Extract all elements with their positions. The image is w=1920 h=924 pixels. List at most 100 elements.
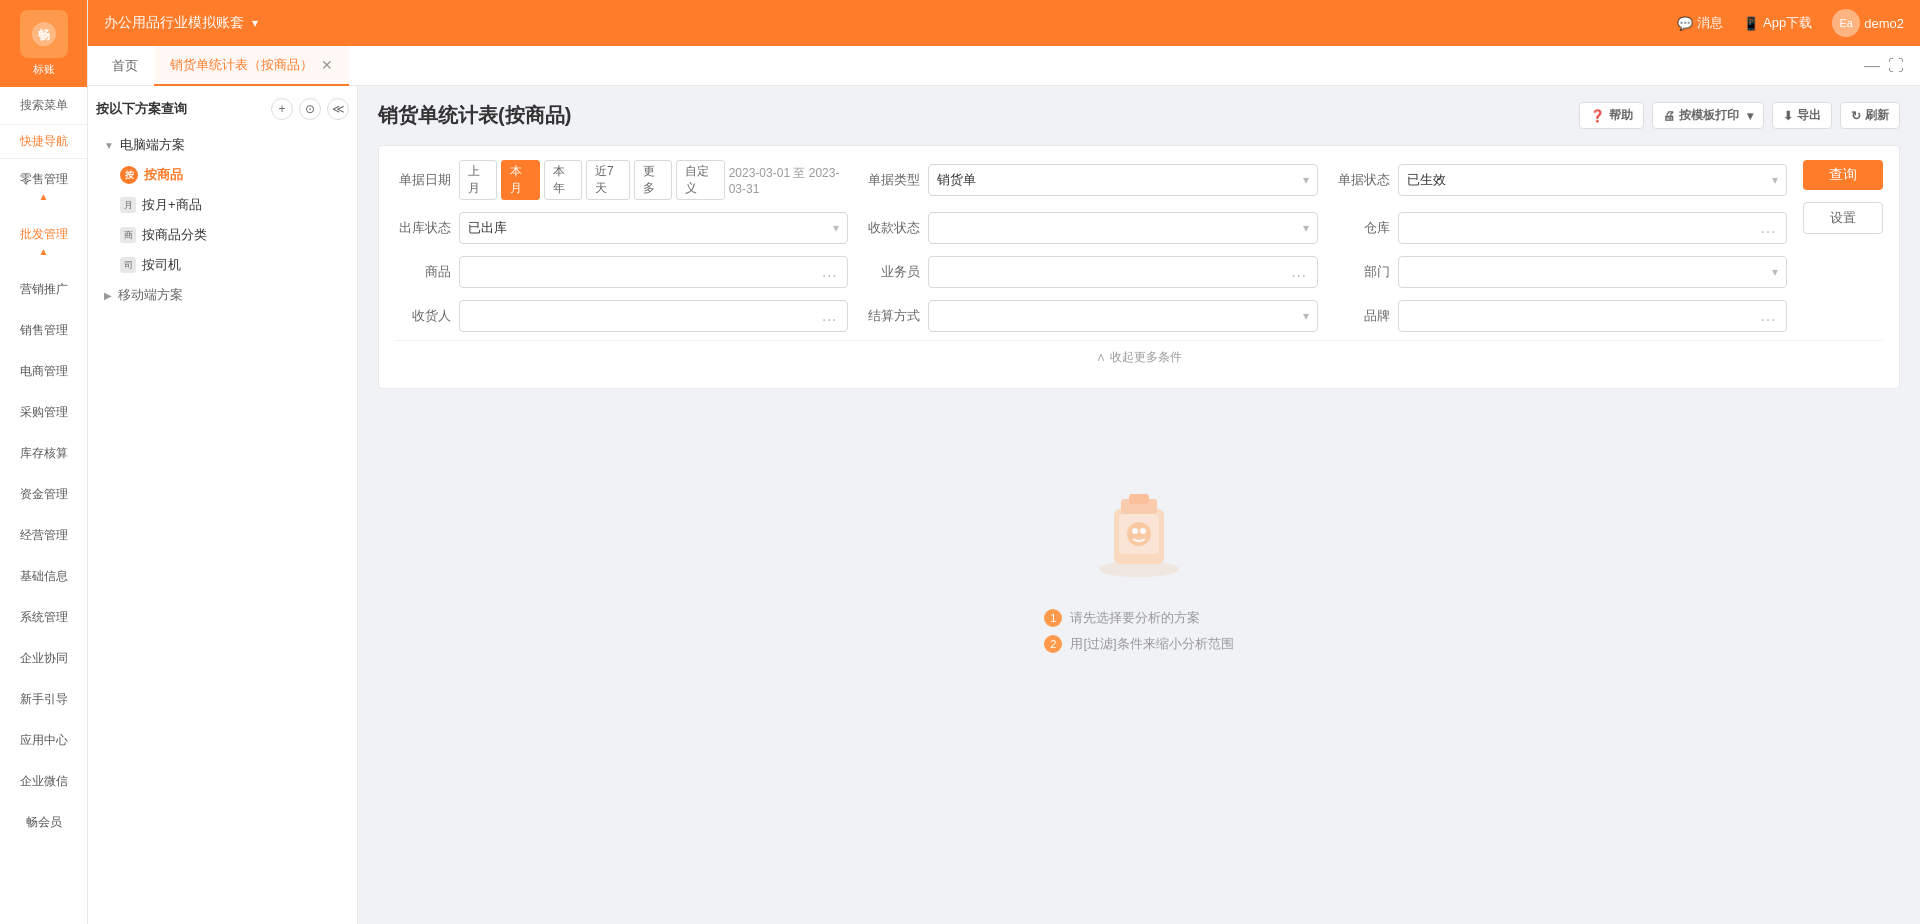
salesman-input[interactable]: … — [928, 256, 1317, 288]
sidebar-item-1[interactable]: 批发管理▲ — [16, 214, 72, 269]
sidebar-item-7[interactable]: 资金管理 — [16, 474, 72, 515]
message-icon: 💬 — [1677, 16, 1693, 31]
sidebar-item-0[interactable]: 零售管理▲ — [16, 159, 72, 214]
brand-label: 品牌 — [1334, 307, 1390, 325]
collapse-filter-button[interactable]: ∧ 收起更多条件 — [395, 340, 1883, 374]
filter-dept-item: 部门 ▾ — [1334, 256, 1787, 288]
settlement-chevron-icon: ▾ — [1303, 309, 1309, 323]
edit-scheme-button[interactable]: ⊙ — [299, 98, 321, 120]
sidebar-item-10[interactable]: 系统管理 — [16, 597, 72, 638]
doc-type-chevron-icon: ▾ — [1303, 173, 1309, 187]
sidebar-item-14[interactable]: 企业微信 — [16, 761, 72, 802]
doc-type-select[interactable]: 销货单 ▾ — [928, 164, 1317, 196]
export-label: 导出 — [1797, 107, 1821, 124]
filter-area: 单据日期 上月 本月 本年 近7天 更多 自定义 2023-03-01 至 20… — [378, 145, 1900, 389]
header-dropdown-icon[interactable]: ▾ — [252, 16, 258, 30]
user-profile[interactable]: Ea demo2 — [1832, 9, 1904, 37]
sidebar-item-8[interactable]: 经营管理 — [16, 515, 72, 556]
tree-child-driver-label: 按司机 — [142, 256, 181, 274]
sidebar-item-2[interactable]: 营销推广 — [16, 269, 72, 310]
filter-row-1: 单据日期 上月 本月 本年 近7天 更多 自定义 2023-03-01 至 20… — [395, 160, 1787, 200]
tree-child-icon-month: 月 — [120, 197, 136, 213]
tree-pc-scheme[interactable]: ▼ 电脑端方案 — [96, 130, 349, 160]
messages-button[interactable]: 💬 消息 — [1677, 14, 1723, 32]
tab-home[interactable]: 首页 — [96, 46, 154, 86]
date-btn-7days[interactable]: 近7天 — [586, 160, 630, 200]
sidebar-item-9[interactable]: 基础信息 — [16, 556, 72, 597]
date-btn-this-year[interactable]: 本年 — [544, 160, 582, 200]
settlement-label: 结算方式 — [864, 307, 920, 325]
receiver-label: 收货人 — [395, 307, 451, 325]
tree-child-by-goods[interactable]: 按 按商品 — [112, 160, 349, 190]
sidebar-item-12[interactable]: 新手引导 — [16, 679, 72, 720]
tree-child-by-category[interactable]: 商 按商品分类 — [112, 220, 349, 250]
date-btn-last-month[interactable]: 上月 — [459, 160, 497, 200]
date-range-text: 2023-03-01 至 2023-03-31 — [729, 165, 849, 196]
header-right: 💬 消息 📱 App下载 Ea demo2 — [1677, 9, 1904, 37]
empty-state: 1 请先选择要分析的方案 2 用[过滤]条件来缩小分析范围 — [378, 389, 1900, 741]
warehouse-input[interactable]: … — [1398, 212, 1787, 244]
left-panel-title: 按以下方案查询 — [96, 100, 187, 118]
svg-rect-9 — [1129, 494, 1149, 504]
sidebar-item-3[interactable]: 销售管理 — [16, 310, 72, 351]
svg-point-6 — [1132, 528, 1138, 534]
app-download-button[interactable]: 📱 App下载 — [1743, 14, 1812, 32]
filter-row-4: 收货人 … 结算方式 ▾ — [395, 300, 1787, 332]
filter-date-item: 单据日期 上月 本月 本年 近7天 更多 自定义 2023-03-01 至 20… — [395, 160, 848, 200]
date-btn-more[interactable]: 更多 — [634, 160, 672, 200]
out-status-select[interactable]: 已出库 ▾ — [459, 212, 848, 244]
refresh-icon: ↻ — [1851, 109, 1861, 123]
refresh-button[interactable]: ↻ 刷新 — [1840, 102, 1900, 129]
filter-doc-type-item: 单据类型 销货单 ▾ — [864, 164, 1317, 196]
tree-pc-children: 按 按商品 月 按月+商品 商 按商品分类 司 按司机 — [96, 160, 349, 280]
settlement-select[interactable]: ▾ — [928, 300, 1317, 332]
tree-child-icon-driver: 司 — [120, 257, 136, 273]
collapse-panel-button[interactable]: ≪ — [327, 98, 349, 120]
sidebar-shortcut[interactable]: 快捷导航 — [0, 125, 87, 159]
print-icon: 🖨 — [1663, 109, 1675, 123]
export-button[interactable]: ⬇ 导出 — [1772, 102, 1832, 129]
sidebar-item-13[interactable]: 应用中心 — [16, 720, 72, 761]
sidebar-item-4[interactable]: 电商管理 — [16, 351, 72, 392]
sidebar-item-5[interactable]: 采购管理 — [16, 392, 72, 433]
sidebar-menu: 零售管理▲批发管理▲营销推广销售管理电商管理采购管理库存核算资金管理经营管理基础… — [16, 159, 72, 843]
doc-status-select[interactable]: 已生效 ▾ — [1398, 164, 1787, 196]
add-scheme-button[interactable]: + — [271, 98, 293, 120]
empty-hints: 1 请先选择要分析的方案 2 用[过滤]条件来缩小分析范围 — [1044, 609, 1233, 661]
dept-select[interactable]: ▾ — [1398, 256, 1787, 288]
query-button[interactable]: 查询 — [1803, 160, 1883, 190]
header-left: 办公用品行业模拟账套 ▾ — [104, 14, 258, 32]
tab-minimize-icon[interactable]: — — [1864, 57, 1880, 75]
help-icon: ❓ — [1590, 109, 1605, 123]
tab-maximize-icon[interactable]: ⛶ — [1888, 57, 1904, 75]
print-dropdown-icon[interactable]: ▾ — [1747, 109, 1753, 123]
print-button[interactable]: 🖨 按模板打印 ▾ — [1652, 102, 1764, 129]
empty-hint-1: 1 请先选择要分析的方案 — [1044, 609, 1233, 627]
sidebar-search[interactable]: 搜索菜单 — [0, 87, 87, 125]
tab-close-icon[interactable]: ✕ — [321, 57, 333, 73]
date-btn-custom[interactable]: 自定义 — [676, 160, 724, 200]
settings-button[interactable]: 设置 — [1803, 202, 1883, 234]
out-status-value: 已出库 — [468, 219, 507, 237]
app-download-label: App下载 — [1763, 14, 1812, 32]
collect-status-select[interactable]: ▾ — [928, 212, 1317, 244]
tab-sales-stat[interactable]: 销货单统计表（按商品） ✕ — [154, 46, 349, 86]
receiver-input[interactable]: … — [459, 300, 848, 332]
tab-bar: 首页 销货单统计表（按商品） ✕ — ⛶ — [88, 46, 1920, 86]
sidebar-item-6[interactable]: 库存核算 — [16, 433, 72, 474]
tree-child-by-driver[interactable]: 司 按司机 — [112, 250, 349, 280]
help-button[interactable]: ❓ 帮助 — [1579, 102, 1644, 129]
filter-action-buttons: 查询 设置 — [1803, 160, 1883, 332]
tree-mobile-scheme[interactable]: ▶ 移动端方案 — [96, 280, 349, 310]
svg-text:畅: 畅 — [38, 28, 50, 42]
goods-dots-icon: … — [821, 263, 839, 281]
tree-child-by-month-goods[interactable]: 月 按月+商品 — [112, 190, 349, 220]
date-btn-this-month[interactable]: 本月 — [501, 160, 539, 200]
sidebar-item-15[interactable]: 畅会员 — [16, 802, 72, 843]
page-actions: ❓ 帮助 🖨 按模板打印 ▾ ⬇ 导出 ↻ 刷新 — [1579, 102, 1900, 129]
filter-goods-item: 商品 … — [395, 256, 848, 288]
goods-input[interactable]: … — [459, 256, 848, 288]
sidebar-item-11[interactable]: 企业协同 — [16, 638, 72, 679]
dept-chevron-icon: ▾ — [1772, 265, 1778, 279]
brand-input[interactable]: … — [1398, 300, 1787, 332]
